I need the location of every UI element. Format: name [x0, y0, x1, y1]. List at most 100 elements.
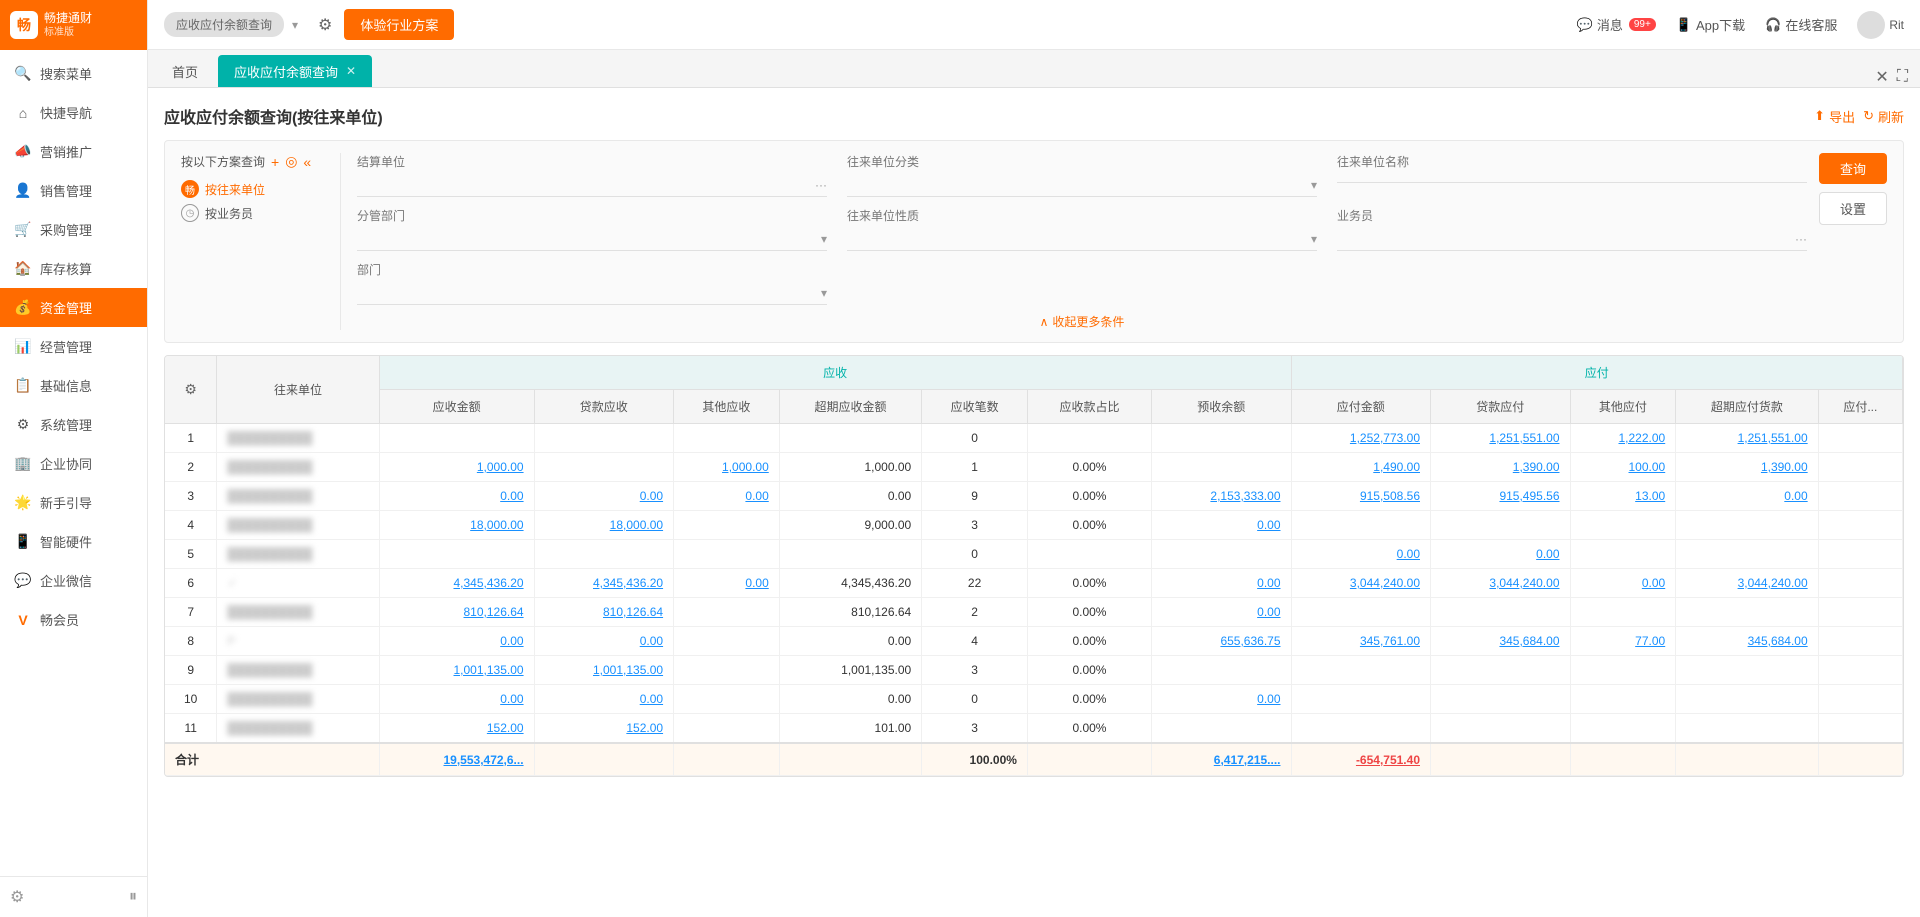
- sidebar-item-inventory[interactable]: 🏠 库存核算: [0, 249, 147, 288]
- scheme-partner-icon: 畅: [181, 180, 199, 198]
- sidebar-menu: 🔍 搜索菜单 ⌂ 快捷导航 📣 营销推广 👤 销售管理 🛒 采购管理 🏠: [0, 50, 147, 876]
- wanglai-xingzhi-chevron-icon: ▾: [1311, 232, 1317, 246]
- table-settings-gear-icon[interactable]: ⚙: [184, 381, 197, 397]
- collapse-sidebar-icon[interactable]: ⏸: [129, 888, 137, 906]
- partner-cell: ✓: [217, 569, 379, 598]
- table-row: 6✓4,345,436.204,345,436.200.004,345,436.…: [165, 569, 1903, 598]
- sidebar-item-purchase[interactable]: 🛒 采购管理: [0, 210, 147, 249]
- col-ap-group-header: 应付: [1291, 356, 1903, 390]
- filter-input-yewuyuan[interactable]: ···: [1337, 228, 1807, 251]
- sidebar-item-beginner[interactable]: 🌟 新手引导: [0, 483, 147, 522]
- enterprise-icon: 🏢: [14, 455, 32, 473]
- sidebar-item-enterprise[interactable]: 🏢 企业协同: [0, 444, 147, 483]
- sidebar-item-search-menu[interactable]: 🔍 搜索菜单: [0, 54, 147, 93]
- marketing-icon: 📣: [14, 143, 32, 161]
- sidebar-item-finance[interactable]: 💰 资金管理: [0, 288, 147, 327]
- collapse-scheme-icon[interactable]: «: [303, 154, 311, 170]
- filter-input-dept[interactable]: ▾: [357, 282, 827, 305]
- sidebar-item-member[interactable]: V 畅会员: [0, 600, 147, 639]
- footer-label: 合计: [165, 743, 379, 776]
- filter-input-fenguan-dept[interactable]: ▾: [357, 228, 827, 251]
- user-avatar[interactable]: Rit: [1857, 11, 1904, 39]
- inventory-icon: 🏠: [14, 260, 32, 278]
- table-row: 3██████████0.000.000.000.0090.00%2,153,3…: [165, 482, 1903, 511]
- table-row: 7██████████810,126.64810,126.64810,126.6…: [165, 598, 1903, 627]
- sidebar-item-base-info[interactable]: 📋 基础信息: [0, 366, 147, 405]
- filter-input-wanglai-xingzhi[interactable]: ▾: [847, 228, 1317, 251]
- sidebar-item-marketing[interactable]: 📣 营销推广: [0, 132, 147, 171]
- col-ar-ratio-header: 应收款占比: [1027, 390, 1151, 424]
- footer-ar-prepay[interactable]: 6,417,215....: [1152, 743, 1292, 776]
- online-service-button[interactable]: 🎧 在线客服: [1765, 15, 1837, 34]
- scheme-partner-label: 按往来单位: [205, 181, 265, 198]
- data-table-wrapper: ⚙ 往来单位 应收 应付 应收金额 贷款应收 其他应收 超期应收金额 应收笔数: [164, 355, 1904, 777]
- tab-ar-ap-query[interactable]: 应收应付余额查询 ✕: [218, 55, 372, 87]
- footer-ar-amount[interactable]: 19,553,472,6...: [379, 743, 534, 776]
- filter-item-wanglai-xingzhi: 往来单位性质 ▾: [847, 207, 1317, 251]
- filter-input-jiesuan[interactable]: ···: [357, 174, 827, 197]
- wechat-icon: 💬: [14, 572, 32, 590]
- footer-ap-more: [1818, 743, 1902, 776]
- col-ap-more-header: 应付...: [1818, 390, 1902, 424]
- page-title: 应收应付余额查询(按往来单位): [164, 104, 383, 128]
- export-button[interactable]: ⬆ 导出: [1814, 107, 1855, 126]
- filter-item-dept: 部门 ▾: [357, 261, 827, 305]
- settings-bottom-icon[interactable]: ⚙: [10, 887, 24, 907]
- filter-fields: 结算单位 ··· 往来单位分类: [357, 153, 1807, 305]
- partner-cell: ██████████: [217, 685, 379, 714]
- smart-hw-icon: 📱: [14, 533, 32, 551]
- sidebar-item-operations[interactable]: 📊 经营管理: [0, 327, 147, 366]
- tab-close-icon[interactable]: ✕: [346, 64, 356, 78]
- add-scheme-icon[interactable]: +: [271, 154, 279, 170]
- filter-input-wanglai-name[interactable]: [1337, 174, 1807, 183]
- col-partner-header: 往来单位: [217, 356, 379, 424]
- sidebar-item-label: 采购管理: [40, 220, 92, 239]
- sidebar-item-wechat[interactable]: 💬 企业微信: [0, 561, 147, 600]
- table-row: 1██████████01,252,773.001,251,551.001,22…: [165, 424, 1903, 453]
- query-button[interactable]: 查询: [1819, 153, 1887, 184]
- row-number: 4: [165, 511, 217, 540]
- beginner-icon: 🌟: [14, 494, 32, 512]
- footer-ap-amount[interactable]: -654,751.40: [1291, 743, 1431, 776]
- refresh-button[interactable]: ↻ 刷新: [1863, 107, 1904, 126]
- partner-cell: ██████████: [217, 540, 379, 569]
- sidebar-item-label: 基础信息: [40, 376, 92, 395]
- col-settings-header[interactable]: ⚙: [165, 356, 217, 424]
- sidebar-item-label: 资金管理: [40, 298, 92, 317]
- messages-button[interactable]: 💬 消息 99+: [1577, 15, 1656, 34]
- system-icon: ⚙: [14, 416, 32, 434]
- col-ap-overdue-header: 超期应付货款: [1676, 390, 1818, 424]
- tab-maximize-icon[interactable]: ⛶: [1897, 68, 1908, 86]
- footer-ap-loan: [1431, 743, 1571, 776]
- filter-label-fenguan-dept: 分管部门: [357, 207, 827, 224]
- row-number: 8: [165, 627, 217, 656]
- header-gear-icon[interactable]: ⚙: [318, 15, 332, 35]
- row-number: 11: [165, 714, 217, 744]
- tab-home[interactable]: 首页: [156, 55, 214, 87]
- header-nav-chevron-icon: ▾: [292, 18, 298, 32]
- member-icon: V: [14, 611, 32, 629]
- settings-scheme-icon[interactable]: ◎: [285, 153, 297, 170]
- scheme-salesman[interactable]: ◷ 按业务员: [181, 204, 324, 222]
- sidebar-item-sales[interactable]: 👤 销售管理: [0, 171, 147, 210]
- row-number: 2: [165, 453, 217, 482]
- app-download-button[interactable]: 📱 App下载: [1676, 15, 1745, 34]
- tab-close-window-icon[interactable]: ✕: [1875, 67, 1888, 87]
- yewuyuan-dots-icon: ···: [1795, 232, 1807, 246]
- dept-chevron-icon: ▾: [821, 286, 827, 300]
- header-right: 💬 消息 99+ 📱 App下载 🎧 在线客服 Rit: [1577, 11, 1904, 39]
- footer-ar-ratio2: [1027, 743, 1151, 776]
- collapse-filter-button[interactable]: ∧ 收起更多条件: [1040, 313, 1125, 330]
- settings-button[interactable]: 设置: [1819, 192, 1887, 225]
- top-header: 应收应付余额查询 ▾ ⚙ 体验行业方案 💬 消息 99+ 📱 App下载 🎧 在…: [148, 0, 1920, 50]
- sidebar-item-smart-hw[interactable]: 📱 智能硬件: [0, 522, 147, 561]
- filter-input-wanglai-fenlei[interactable]: ▾: [847, 174, 1317, 197]
- trial-button[interactable]: 体验行业方案: [344, 9, 454, 40]
- sidebar-item-system[interactable]: ⚙ 系统管理: [0, 405, 147, 444]
- base-info-icon: 📋: [14, 377, 32, 395]
- filter-item-fenguan-dept: 分管部门 ▾: [357, 207, 827, 251]
- sidebar-item-quick-nav[interactable]: ⌂ 快捷导航: [0, 93, 147, 132]
- scheme-partner[interactable]: 畅 按往来单位: [181, 180, 324, 198]
- col-ar-loan-header: 贷款应收: [534, 390, 674, 424]
- col-ar-other-header: 其他应收: [674, 390, 780, 424]
